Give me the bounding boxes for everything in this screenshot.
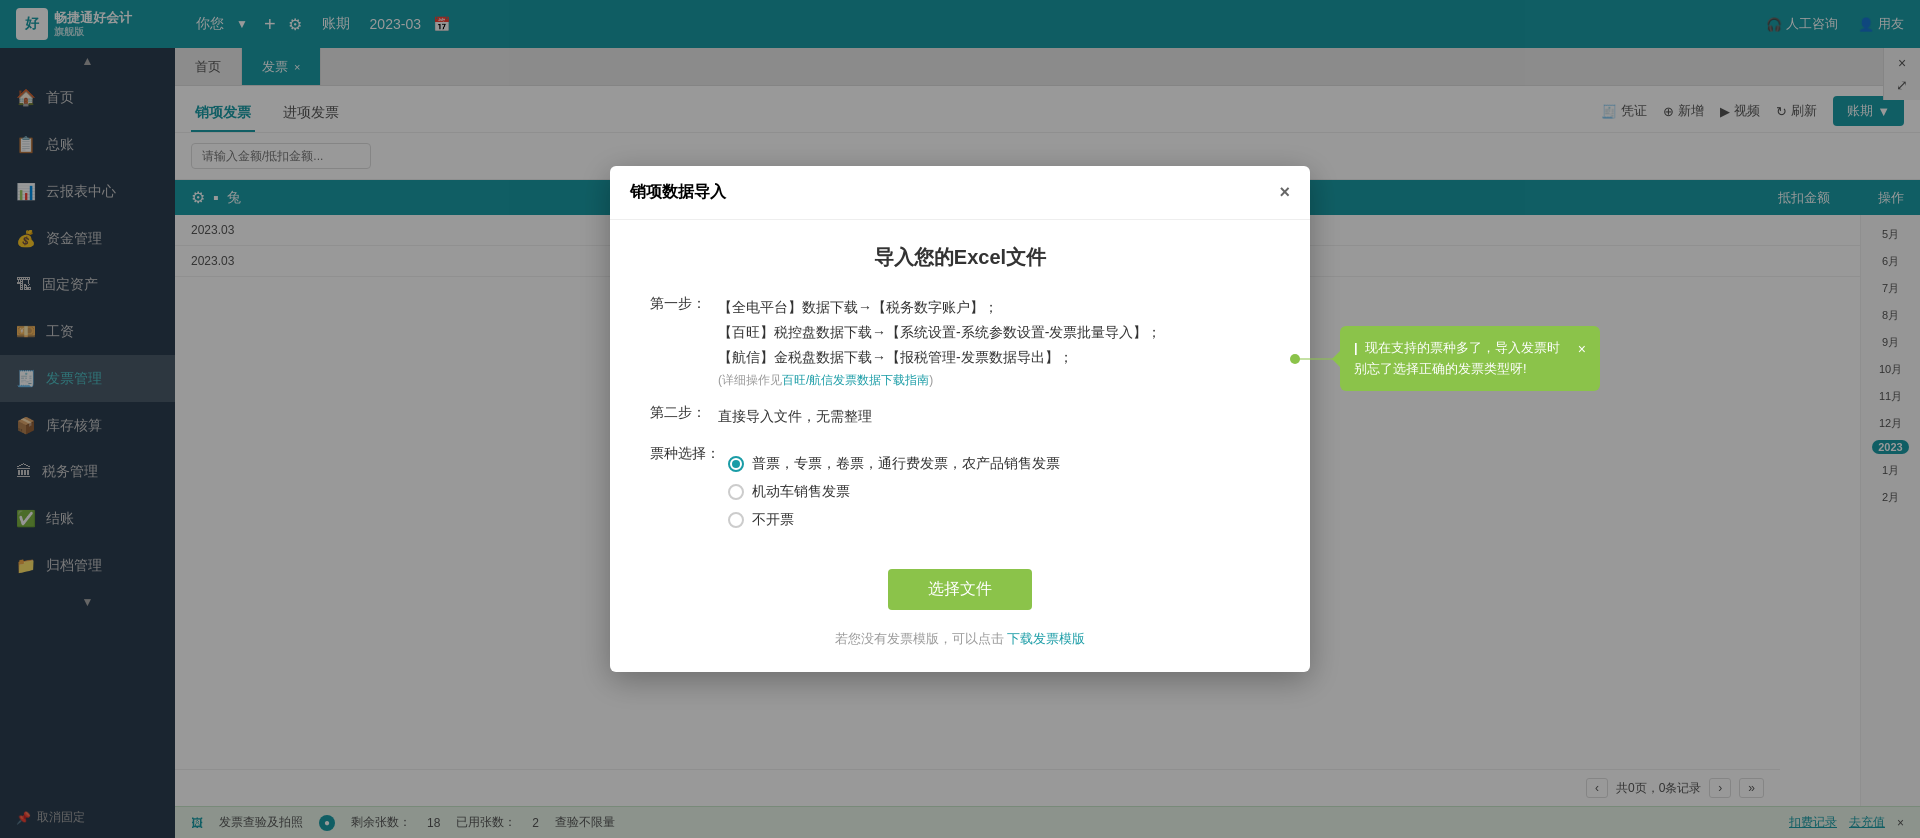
modal-body: 导入您的Excel文件 第一步： 【全电平台】数据下载→【税务数字账户】； 【百… <box>610 220 1310 672</box>
step1-line1: 【全电平台】数据下载→【税务数字账户】； <box>718 295 1161 320</box>
tooltip-bubble: × | 现在支持的票种多了，导入发票时别忘了选择正确的发票类型呀! <box>1340 326 1600 392</box>
step1-line2: 【百旺】税控盘数据下载→【系统设置-系统参数设置-发票批量导入】； <box>718 320 1161 345</box>
step1-note: (详细操作见百旺/航信发票数据下载指南) <box>718 370 1161 392</box>
radio-label-3: 不开票 <box>752 511 794 529</box>
modal-content-title: 导入您的Excel文件 <box>650 244 1270 271</box>
step1-label: 第一步： <box>650 295 706 392</box>
modal-footer-note: 若您没有发票模版，可以点击 下载发票模版 <box>650 630 1270 648</box>
modal-title: 销项数据导入 <box>630 182 726 203</box>
radio-label-2: 机动车销售发票 <box>752 483 850 501</box>
modal: 销项数据导入 × 导入您的Excel文件 第一步： 【全电平台】数据下载→【税务… <box>610 166 1310 672</box>
step2-content: 直接导入文件，无需整理 <box>718 404 872 429</box>
radio-btn-3[interactable] <box>728 512 744 528</box>
step2-row: 第二步： 直接导入文件，无需整理 <box>650 404 1270 429</box>
radio-row-1: 普票，专票，卷票，通行费发票，农产品销售发票 <box>728 455 1060 473</box>
ticket-selection: 票种选择： 普票，专票，卷票，通行费发票，农产品销售发票 机动车销售发票 不开票 <box>650 445 1270 549</box>
modal-close-btn[interactable]: × <box>1279 182 1290 203</box>
tooltip-close-btn[interactable]: × <box>1578 338 1586 360</box>
modal-header: 销项数据导入 × <box>610 166 1310 220</box>
step1-line3: 【航信】金税盘数据下载→【报税管理-发票数据导出】； <box>718 345 1161 370</box>
tooltip-line <box>1298 358 1340 359</box>
modal-overlay: 销项数据导入 × 导入您的Excel文件 第一步： 【全电平台】数据下载→【税务… <box>0 0 1920 838</box>
footer-note-text: 若您没有发票模版，可以点击 <box>835 631 1004 646</box>
step2-label: 第二步： <box>650 404 706 429</box>
radio-group: 普票，专票，卷票，通行费发票，农产品销售发票 机动车销售发票 不开票 <box>728 455 1060 539</box>
radio-btn-1[interactable] <box>728 456 744 472</box>
step1-guide-link[interactable]: 百旺/航信发票数据下载指南 <box>782 373 929 387</box>
ticket-label: 票种选择： <box>650 445 720 463</box>
step1-content: 【全电平台】数据下载→【税务数字账户】； 【百旺】税控盘数据下载→【系统设置-系… <box>718 295 1161 392</box>
download-template-link[interactable]: 下载发票模版 <box>1007 631 1085 646</box>
radio-row-2: 机动车销售发票 <box>728 483 1060 501</box>
step1-row: 第一步： 【全电平台】数据下载→【税务数字账户】； 【百旺】税控盘数据下载→【系… <box>650 295 1270 392</box>
radio-label-1: 普票，专票，卷票，通行费发票，农产品销售发票 <box>752 455 1060 473</box>
select-file-btn[interactable]: 选择文件 <box>888 569 1032 610</box>
radio-row-3: 不开票 <box>728 511 1060 529</box>
radio-btn-2[interactable] <box>728 484 744 500</box>
tooltip-text: 现在支持的票种多了，导入发票时别忘了选择正确的发票类型呀! <box>1354 340 1560 376</box>
